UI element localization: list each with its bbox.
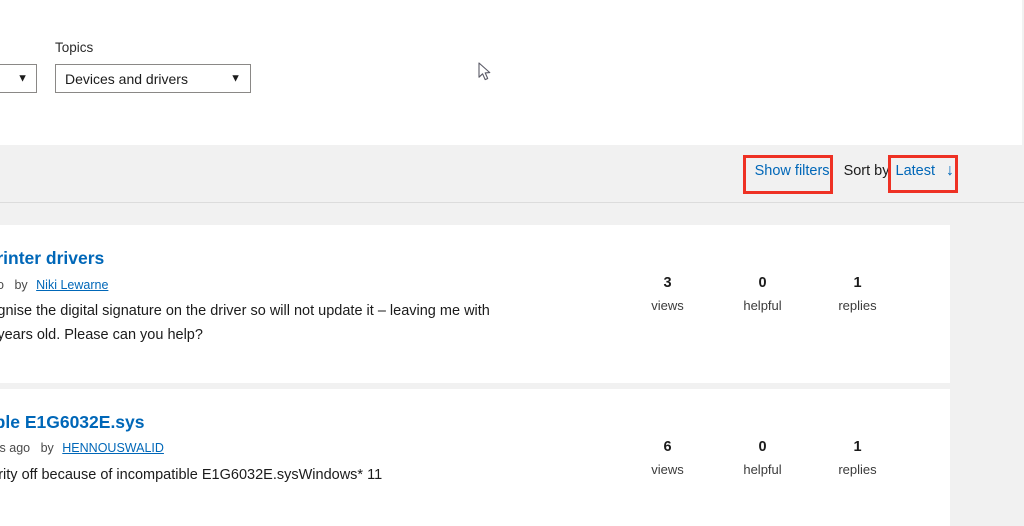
stat-replies-count: 1 [853, 275, 862, 291]
post-title-link[interactable]: lio or printer drivers [0, 247, 104, 269]
stat-views-count: 6 [663, 439, 672, 455]
stat-views-label: views [651, 462, 684, 477]
post-excerpt: ntegrity off because of incompatible E1G… [0, 467, 383, 483]
post-excerpt: ecognise the digital signature on the dr… [0, 303, 490, 343]
post-author-link[interactable]: Niki Lewarne [36, 278, 108, 292]
sort-by-label: Sort by [843, 163, 890, 179]
post-list-item[interactable]: mpatible E1G6032E.sys minutes ago by HEN… [0, 389, 950, 526]
arrow-down-icon: ↓ [946, 162, 954, 180]
chevron-down-icon: ▼ [230, 72, 241, 84]
stat-replies-label: replies [838, 298, 877, 313]
post-stats: 6 views 0 helpful 1 replies [620, 437, 905, 480]
stat-replies: 1 replies [810, 273, 905, 316]
sort-order-button[interactable]: Latest ↓ [892, 161, 959, 181]
topics-filter-value: Devices and drivers [65, 70, 188, 87]
post-by-label: by [40, 441, 54, 455]
stat-views: 3 views [620, 273, 715, 316]
stat-helpful: 0 helpful [715, 273, 810, 316]
stat-replies-label: replies [838, 462, 877, 477]
sort-bar: Show filters Sort by Latest ↓ [0, 145, 1024, 203]
filter-header: ▼ Topics Devices and drivers ▼ [0, 0, 1022, 145]
post-timestamp: minutes ago [0, 441, 31, 455]
stat-replies: 1 replies [810, 437, 905, 480]
topics-filter-group: Topics Devices and drivers ▼ [55, 40, 251, 93]
stat-helpful-count: 0 [758, 275, 767, 291]
stat-helpful-label: helpful [743, 298, 782, 313]
clipped-filter-select[interactable]: ▼ [0, 64, 37, 93]
post-by-label: by [14, 278, 28, 292]
post-author-link[interactable]: HENNOUSWALID [62, 441, 164, 455]
stat-helpful-label: helpful [743, 462, 782, 477]
show-filters-button[interactable]: Show filters [753, 161, 832, 182]
sort-order-value: Latest [895, 163, 936, 179]
topics-filter-select[interactable]: Devices and drivers ▼ [55, 64, 251, 93]
stat-views: 6 views [620, 437, 715, 480]
chevron-down-icon: ▼ [17, 72, 28, 84]
stat-replies-count: 1 [853, 439, 862, 455]
post-meta: minutes ago by HENNOUSWALID [0, 440, 164, 456]
stat-helpful: 0 helpful [715, 437, 810, 480]
filter-row: ▼ Topics Devices and drivers ▼ [0, 40, 251, 93]
stat-helpful-count: 0 [758, 439, 767, 455]
stat-views-count: 3 [663, 275, 672, 291]
post-timestamp: utes ago [0, 278, 4, 292]
post-title-link[interactable]: mpatible E1G6032E.sys [0, 411, 145, 433]
topics-filter-label: Topics [55, 40, 94, 55]
post-meta: utes ago by Niki Lewarne [0, 277, 108, 293]
post-list-item[interactable]: lio or printer drivers utes ago by Niki … [0, 225, 950, 383]
stat-views-label: views [651, 298, 684, 313]
post-stats: 3 views 0 helpful 1 replies [620, 273, 905, 316]
sort-controls: Show filters Sort by Latest ↓ [753, 161, 958, 182]
clipped-filter-group: ▼ [0, 64, 37, 93]
